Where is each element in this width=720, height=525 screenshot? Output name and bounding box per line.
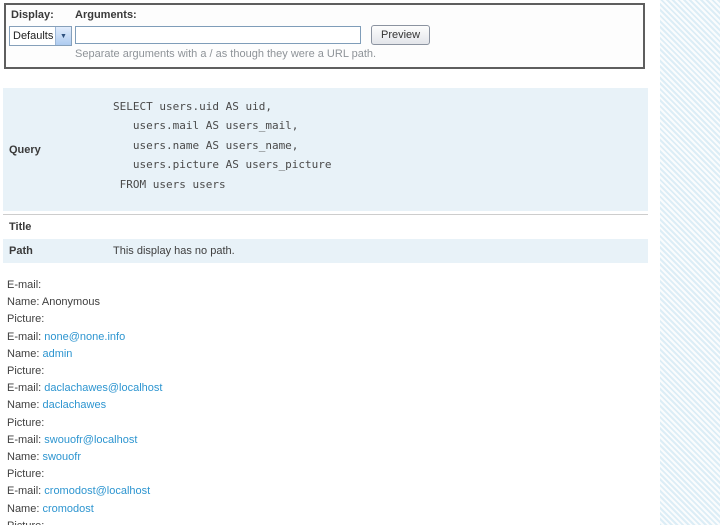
list-item: E-mail: none@none.info [7, 329, 162, 346]
field-label: Picture: [7, 520, 44, 525]
preview-button[interactable]: Preview [371, 25, 431, 45]
display-select-value: Defaults [13, 30, 54, 42]
path-label: Path [9, 245, 33, 257]
list-item: Picture: [7, 363, 162, 380]
view-info-table: Query SELECT users.uid AS uid, users.mai… [3, 88, 648, 263]
content-area: Display: Arguments: Defaults ▼ Preview S… [0, 0, 660, 525]
field-value-link[interactable]: daclachawes [42, 399, 106, 411]
list-item: E-mail: cromodost@localhost [7, 483, 162, 500]
field-value-link[interactable]: admin [42, 348, 72, 360]
title-row: Title [3, 214, 648, 239]
field-label: Picture: [7, 365, 45, 378]
list-item: Picture: [7, 466, 162, 483]
list-item: E-mail: swouofr@localhost [7, 432, 162, 449]
path-row: Path This display has no path. [3, 239, 648, 263]
field-label: Name: [7, 347, 43, 360]
list-item: Picture: [7, 311, 162, 328]
field-label: Name: [7, 399, 43, 412]
query-row: Query SELECT users.uid AS uid, users.mai… [3, 88, 648, 211]
arguments-description: Separate arguments with a / as though th… [75, 48, 377, 60]
list-item: E-mail: [7, 277, 162, 294]
field-value-link[interactable]: swouofr@localhost [44, 434, 137, 446]
field-label: Name: [7, 296, 42, 309]
field-label: E-mail: [7, 382, 45, 395]
field-label: Picture: [7, 416, 45, 429]
field-label: Name: [7, 451, 43, 464]
field-label: E-mail: [7, 330, 45, 343]
field-label: Name: [7, 502, 43, 515]
list-item: Name: daclachawes [7, 397, 162, 414]
field-label: E-mail: [7, 279, 42, 291]
chevron-down-icon: ▼ [55, 27, 71, 45]
field-value-link[interactable]: cromodost [42, 503, 93, 515]
list-item: Name: Anonymous [7, 294, 162, 311]
field-value-link[interactable]: swouofr [42, 451, 81, 463]
list-item: Picture: [7, 518, 162, 525]
list-item: E-mail: daclachawes@localhost [7, 380, 162, 397]
list-item: Picture: [7, 415, 162, 432]
field-label: Picture: [7, 313, 45, 326]
list-item: Name: cromodost [7, 501, 162, 518]
path-value: This display has no path. [113, 245, 235, 257]
title-label: Title [9, 221, 32, 233]
display-select[interactable]: Defaults ▼ [9, 26, 72, 46]
field-value-link[interactable]: none@none.info [44, 331, 125, 343]
list-item: Name: swouofr [7, 449, 162, 466]
preview-list: E-mail: Name: Anonymous Picture: E-mail: … [7, 277, 162, 525]
field-label: E-mail: [7, 485, 45, 498]
field-label: Picture: [7, 468, 45, 481]
display-label: Display: [11, 9, 54, 21]
field-value: Anonymous [41, 296, 100, 309]
arguments-input[interactable] [75, 26, 361, 44]
query-sql: SELECT users.uid AS uid, users.mail AS u… [113, 100, 332, 191]
field-label: E-mail: [7, 433, 45, 446]
list-item: Name: admin [7, 346, 162, 363]
query-label: Query [9, 143, 41, 156]
preview-controls-box: Display: Arguments: Defaults ▼ Preview S… [4, 3, 645, 69]
field-value-link[interactable]: cromodost@localhost [44, 485, 150, 497]
arguments-label: Arguments: [75, 9, 137, 21]
field-value-link[interactable]: daclachawes@localhost [44, 382, 162, 394]
